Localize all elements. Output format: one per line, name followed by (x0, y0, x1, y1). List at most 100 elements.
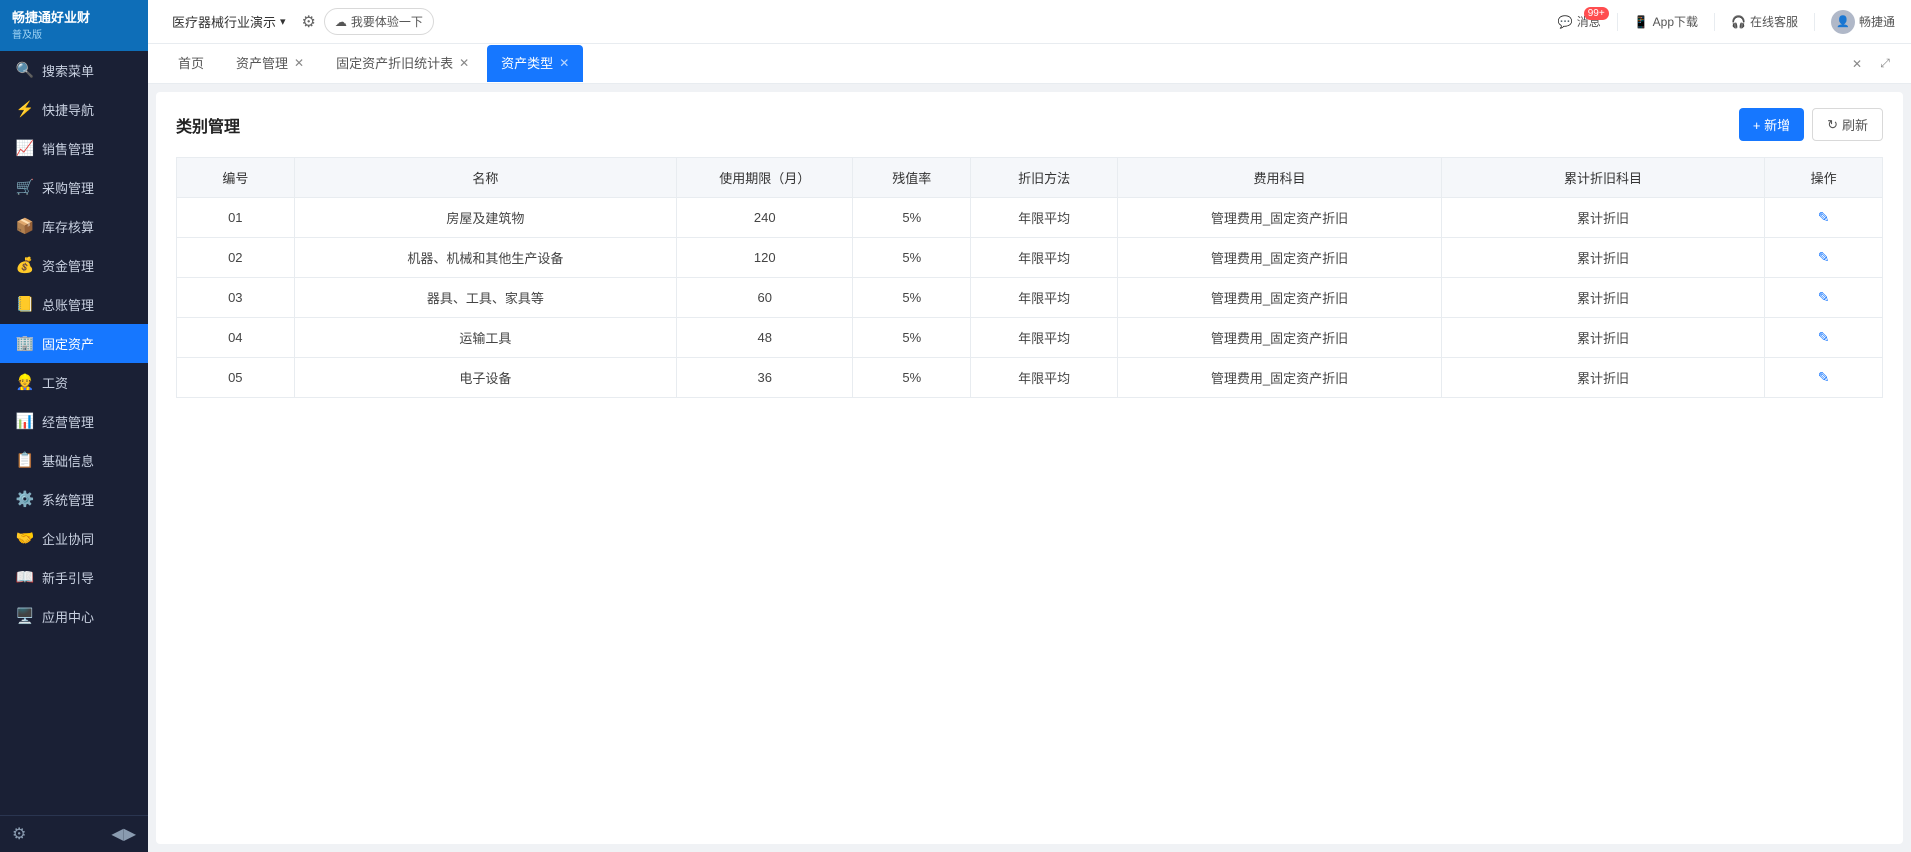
module-selector[interactable]: 医疗器械行业演示 ▾ (164, 8, 294, 35)
sidebar-item-guide[interactable]: 📖 新手引导 (0, 558, 148, 597)
edit-icon[interactable]: ✎ (1818, 249, 1830, 265)
experience-label: 我要体验一下 (351, 13, 423, 30)
sidebar-item-ledger[interactable]: 📒 总账管理 (0, 285, 148, 324)
sidebar-item-basicinfo[interactable]: 📋 基础信息 (0, 441, 148, 480)
sidebar-item-appcenter[interactable]: 🖥️ 应用中心 (0, 597, 148, 636)
cell-code: 05 (177, 358, 295, 398)
cell-name: 运输工具 (294, 318, 676, 358)
cell-residual: 5% (853, 278, 971, 318)
tab-asset-management[interactable]: 资产管理 ✕ (222, 45, 318, 82)
sidebar-item-inventory[interactable]: 📦 库存核算 (0, 207, 148, 246)
edit-icon[interactable]: ✎ (1818, 369, 1830, 385)
cell-accumulated[interactable]: 累计折旧 (1441, 318, 1765, 358)
cell-period: 60 (677, 278, 853, 318)
cell-expense: 管理费用_固定资产折旧 (1118, 278, 1442, 318)
experience-button[interactable]: ☁ 我要体验一下 (324, 8, 434, 35)
sidebar-item-quicknav[interactable]: ⚡ 快捷导航 (0, 90, 148, 129)
tab-asset-type[interactable]: 资产类型 ✕ (487, 45, 583, 82)
refresh-icon: ↻ (1827, 117, 1838, 133)
tab-depreciation-table[interactable]: 固定资产折旧统计表 ✕ (322, 45, 483, 82)
sidebar-item-label: 快捷导航 (42, 100, 94, 119)
online-service-action[interactable]: 🎧 在线客服 (1731, 13, 1798, 30)
content-area: 类别管理 + 新增 ↻ 刷新 编号 名称 使用期限（月） 残值率 折旧方法 费用… (156, 92, 1903, 844)
sidebar-item-search[interactable]: 🔍 搜索菜单 (0, 51, 148, 90)
app-subtitle: 普及版 (12, 26, 90, 41)
refresh-button[interactable]: ↻ 刷新 (1812, 108, 1883, 141)
cell-accumulated[interactable]: 累计折旧 (1441, 278, 1765, 318)
cell-name: 电子设备 (294, 358, 676, 398)
appcenter-icon: 🖥️ (16, 607, 34, 625)
app-title: 畅捷通好业财 (12, 10, 90, 26)
operations-icon: 📊 (16, 412, 34, 430)
settings-footer-icon[interactable]: ⚙ (12, 824, 26, 844)
sidebar-item-collab[interactable]: 🤝 企业协同 (0, 519, 148, 558)
table-row: 01 房屋及建筑物 240 5% 年限平均 管理费用_固定资产折旧 累计折旧 ✎ (177, 198, 1883, 238)
table-row: 02 机器、机械和其他生产设备 120 5% 年限平均 管理费用_固定资产折旧 … (177, 238, 1883, 278)
cell-residual: 5% (853, 358, 971, 398)
sidebar-item-label: 采购管理 (42, 178, 94, 197)
tab-home[interactable]: 首页 (164, 45, 218, 82)
edit-icon[interactable]: ✎ (1818, 329, 1830, 345)
message-badge: 99+ (1584, 7, 1609, 20)
sidebar-item-purchase[interactable]: 🛒 采购管理 (0, 168, 148, 207)
sidebar-item-system[interactable]: ⚙️ 系统管理 (0, 480, 148, 519)
cell-accumulated[interactable]: 累计折旧 (1441, 238, 1765, 278)
cell-expense: 管理费用_固定资产折旧 (1118, 318, 1442, 358)
new-button[interactable]: + 新增 (1739, 108, 1804, 141)
cell-code: 01 (177, 198, 295, 238)
header-left: 医疗器械行业演示 ▾ ⚙ ☁ 我要体验一下 (164, 8, 1546, 35)
user-label: 畅捷通 (1859, 13, 1895, 30)
sidebar-item-label: 基础信息 (42, 451, 94, 470)
purchase-icon: 🛒 (16, 178, 34, 196)
cell-method: 年限平均 (971, 278, 1118, 318)
cell-expense: 管理费用_固定资产折旧 (1118, 238, 1442, 278)
cell-accumulated[interactable]: 累计折旧 (1441, 198, 1765, 238)
cell-expense: 管理费用_固定资产折旧 (1118, 198, 1442, 238)
sidebar-item-assets[interactable]: 🏢 固定资产 (0, 324, 148, 363)
cell-action: ✎ (1765, 238, 1883, 278)
cell-method: 年限平均 (971, 358, 1118, 398)
sidebar-item-payroll[interactable]: 👷 工资 (0, 363, 148, 402)
home-tab-label: 首页 (178, 53, 204, 72)
tab-close-icon-2[interactable]: ✕ (459, 56, 469, 70)
sidebar-item-label: 库存核算 (42, 217, 94, 236)
cell-period: 240 (677, 198, 853, 238)
cell-name: 机器、机械和其他生产设备 (294, 238, 676, 278)
col-code: 编号 (177, 158, 295, 198)
message-icon: 💬 (1558, 15, 1573, 29)
category-table: 编号 名称 使用期限（月） 残值率 折旧方法 费用科目 累计折旧科目 操作 01… (176, 157, 1883, 398)
sidebar-item-label: 工资 (42, 373, 68, 392)
tab-close-icon[interactable]: ✕ (294, 56, 304, 70)
edit-icon[interactable]: ✎ (1818, 209, 1830, 225)
cell-accumulated[interactable]: 累计折旧 (1441, 358, 1765, 398)
sidebar-item-finance[interactable]: 💰 资金管理 (0, 246, 148, 285)
cell-period: 48 (677, 318, 853, 358)
edit-icon[interactable]: ✎ (1818, 289, 1830, 305)
sidebar-item-sales[interactable]: 📈 销售管理 (0, 129, 148, 168)
module-settings-icon[interactable]: ⚙ (302, 12, 316, 32)
message-action[interactable]: 💬 消息 99+ (1558, 13, 1601, 30)
window-controls: ✕ ⤢ (1847, 54, 1895, 74)
header-right: 💬 消息 99+ 📱 App下载 🎧 在线客服 👤 畅捷通 (1558, 10, 1895, 34)
cell-name: 房屋及建筑物 (294, 198, 676, 238)
cell-residual: 5% (853, 318, 971, 358)
depreciation-table-label: 固定资产折旧统计表 (336, 53, 453, 72)
col-residual: 残值率 (853, 158, 971, 198)
user-action[interactable]: 👤 畅捷通 (1831, 10, 1895, 34)
collapse-icon[interactable]: ◀▶ (111, 824, 136, 844)
cell-method: 年限平均 (971, 198, 1118, 238)
cell-expense: 管理费用_固定资产折旧 (1118, 358, 1442, 398)
payroll-icon: 👷 (16, 373, 34, 391)
sidebar-item-operations[interactable]: 📊 经营管理 (0, 402, 148, 441)
table-body: 01 房屋及建筑物 240 5% 年限平均 管理费用_固定资产折旧 累计折旧 ✎… (177, 198, 1883, 398)
sidebar-item-label: 新手引导 (42, 568, 94, 587)
app-download-label: App下载 (1653, 13, 1698, 30)
tab-close-icon-3[interactable]: ✕ (559, 56, 569, 70)
maximize-window-button[interactable]: ⤢ (1875, 54, 1895, 74)
sidebar-item-label: 资金管理 (42, 256, 94, 275)
close-window-button[interactable]: ✕ (1847, 54, 1867, 74)
app-download-action[interactable]: 📱 App下载 (1634, 13, 1698, 30)
sales-icon: 📈 (16, 139, 34, 157)
sidebar-item-label: 经营管理 (42, 412, 94, 431)
assets-icon: 🏢 (16, 334, 34, 352)
